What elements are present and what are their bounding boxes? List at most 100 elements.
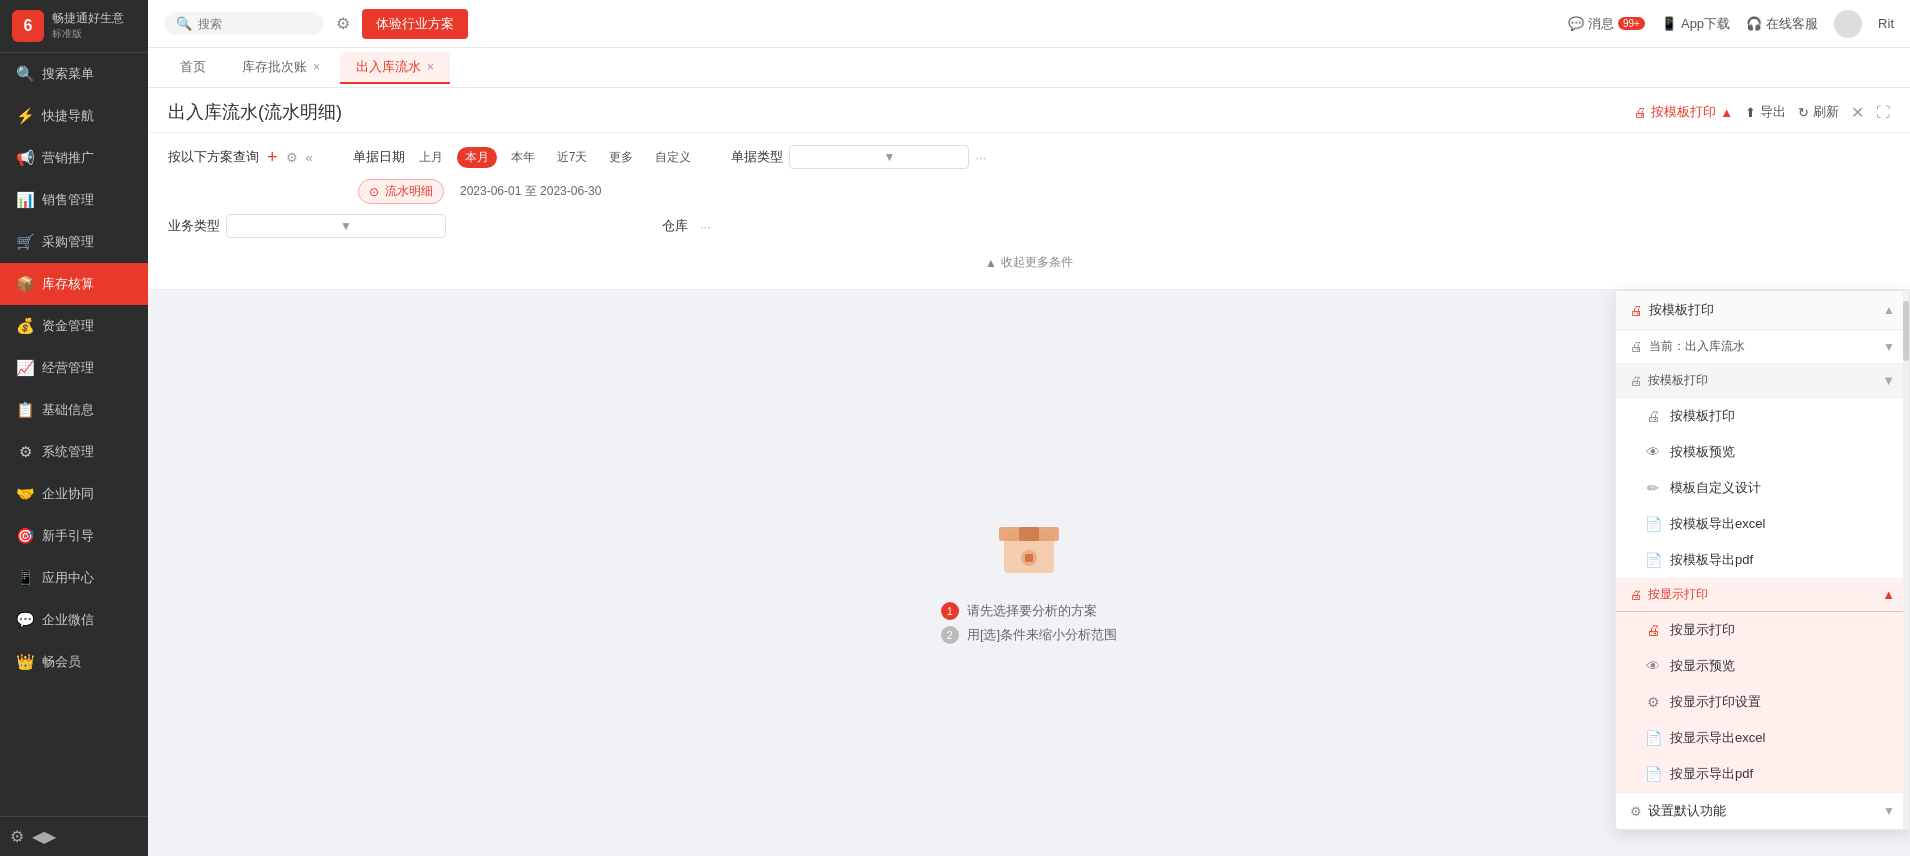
page-close-button[interactable]: ✕: [1851, 103, 1864, 122]
svg-rect-2: [1019, 527, 1039, 541]
toggle-sidebar-icon[interactable]: ◀▶: [32, 827, 56, 846]
dropdown-footer[interactable]: ⚙ 设置默认功能 ▼: [1616, 792, 1909, 829]
refresh-button[interactable]: ↻ 刷新: [1798, 103, 1839, 121]
industry-solution-button[interactable]: 体验行业方案: [362, 9, 468, 39]
sidebar-item-basics[interactable]: 📋 基础信息: [0, 389, 148, 431]
filter-tag-liushuimingxi[interactable]: ⊙ 流水明细: [358, 179, 444, 204]
filter-settings-icon[interactable]: ⚙: [286, 150, 298, 165]
dropdown-item-display-print[interactable]: 🖨 按显示打印: [1616, 612, 1909, 648]
filter-add-button[interactable]: +: [267, 147, 278, 168]
current-item-arrow: ▼: [1883, 340, 1895, 354]
dropdown-item-template-preview[interactable]: 👁 按模板预览: [1616, 434, 1909, 470]
tab-flow[interactable]: 出入库流水 ×: [340, 52, 450, 84]
topbar-search-box[interactable]: 🔍: [164, 12, 324, 35]
sidebar-icon-sales: 📊: [16, 191, 34, 209]
export-button[interactable]: ⬆ 导出: [1745, 103, 1786, 121]
dropdown-collapse-icon[interactable]: ▲: [1883, 303, 1895, 317]
date-shortcut-more[interactable]: 更多: [601, 147, 641, 168]
display-section-header[interactable]: 🖨 按显示打印 ▲: [1616, 578, 1909, 612]
chevron-up-icon: ▲: [1720, 105, 1733, 120]
search-input[interactable]: [198, 17, 298, 31]
sidebar-label-inventory: 库存核算: [42, 275, 94, 293]
dropdown-item-template-export-excel[interactable]: 📄 按模板导出excel: [1616, 506, 1909, 542]
footer-settings-icon: ⚙: [1630, 804, 1642, 819]
template-section-chevron: ▼: [1882, 373, 1895, 388]
sidebar-nav: 🔍 搜索菜单 ⚡ 快捷导航 📢 营销推广 📊 销售管理 🛒 采购管理 📦 库存核…: [0, 53, 148, 816]
sidebar-item-inventory[interactable]: 📦 库存核算: [0, 263, 148, 305]
sidebar-item-search[interactable]: 🔍 搜索菜单: [0, 53, 148, 95]
page-expand-button[interactable]: ⛶: [1876, 104, 1890, 120]
warehouse-more-icon[interactable]: ···: [700, 219, 711, 234]
sidebar-item-wechat[interactable]: 💬 企业微信: [0, 599, 148, 641]
dropdown-item-display-preview[interactable]: 👁 按显示预览: [1616, 648, 1909, 684]
app-download-button[interactable]: 📱 App下载: [1661, 15, 1730, 33]
business-type-chevron-icon: ▼: [340, 219, 435, 233]
sidebar-item-cooperation[interactable]: 🤝 企业协同: [0, 473, 148, 515]
settings-gear-icon[interactable]: ⚙: [336, 14, 350, 33]
collapse-up-icon: ▲: [985, 256, 997, 270]
sidebar-item-finance[interactable]: 💰 资金管理: [0, 305, 148, 347]
dropdown-header: 🖨 按模板打印 ▲: [1616, 291, 1909, 330]
dropdown-item-display-export-excel[interactable]: 📄 按显示导出excel: [1616, 720, 1909, 756]
current-item-icon: 🖨: [1630, 339, 1643, 354]
empty-state: 1 请先选择要分析的方案 2 用[选]条件来缩小分析范围: [941, 503, 1117, 644]
sidebar-item-apps[interactable]: 📱 应用中心: [0, 557, 148, 599]
sidebar-icon-basics: 📋: [16, 401, 34, 419]
template-print-button[interactable]: 🖨 按模板打印 ▲: [1634, 103, 1733, 121]
sidebar-item-guide[interactable]: 🎯 新手引导: [0, 515, 148, 557]
display-pdf-icon: 📄: [1644, 766, 1662, 782]
brand-badge: 标准版: [52, 27, 124, 41]
date-shortcut-custom[interactable]: 自定义: [647, 147, 699, 168]
page-header-actions: 🖨 按模板打印 ▲ ⬆ 导出 ↻ 刷新 ✕ ⛶: [1634, 103, 1890, 122]
template-section-header[interactable]: 🖨 按模板打印 ▼: [1616, 364, 1909, 398]
display-excel-icon: 📄: [1644, 730, 1662, 746]
sidebar-item-sales[interactable]: 📊 销售管理: [0, 179, 148, 221]
collapse-button[interactable]: ▲ 收起更多条件: [985, 254, 1073, 271]
sidebar-item-marketing[interactable]: 📢 营销推广: [0, 137, 148, 179]
dropdown-item-display-export-pdf[interactable]: 📄 按显示导出pdf: [1616, 756, 1909, 792]
customer-service-button[interactable]: 🎧 在线客服: [1746, 15, 1818, 33]
filter-collapse-icon[interactable]: «: [306, 150, 313, 165]
dropdown-scrollbar[interactable]: [1903, 291, 1909, 829]
date-shortcut-lastmonth[interactable]: 上月: [411, 147, 451, 168]
date-filter-section: 单据日期 上月 本月 本年 近7天 更多 自定义: [353, 147, 700, 168]
topbar: 🔍 ⚙ 体验行业方案 💬 消息 99+ 📱 App下载 🎧 在线客服: [148, 0, 1910, 48]
sidebar-icon-system: ⚙: [16, 443, 34, 461]
date-shortcut-thismonth[interactable]: 本月: [457, 147, 497, 168]
dropdown-item-template-custom[interactable]: ✏ 模板自定义设计: [1616, 470, 1909, 506]
sidebar-item-operations[interactable]: 📈 经营管理: [0, 347, 148, 389]
message-button[interactable]: 💬 消息 99+: [1568, 15, 1645, 33]
filter-section-label: 按以下方案查询: [168, 148, 259, 166]
tab-home[interactable]: 首页: [164, 52, 222, 84]
doc-type-more-icon[interactable]: ···: [975, 150, 986, 165]
username: Rit: [1878, 16, 1894, 31]
date-shortcut-thisyear[interactable]: 本年: [503, 147, 543, 168]
tab-batch-close[interactable]: ×: [313, 60, 320, 74]
avatar[interactable]: [1834, 10, 1862, 38]
dropdown-item-template-export-pdf[interactable]: 📄 按模板导出pdf: [1616, 542, 1909, 578]
refresh-icon: ↻: [1798, 105, 1809, 120]
warehouse-section: 仓库 ···: [662, 217, 711, 235]
sidebar-item-system[interactable]: ⚙ 系统管理: [0, 431, 148, 473]
business-type-select[interactable]: ▼: [226, 214, 446, 238]
settings-icon[interactable]: ⚙: [10, 827, 24, 846]
tab-flow-close[interactable]: ×: [427, 60, 434, 74]
dropdown-item-template-print[interactable]: 🖨 按模板打印: [1616, 398, 1909, 434]
tab-batch[interactable]: 库存批次账 ×: [226, 52, 336, 84]
sidebar-item-purchase[interactable]: 🛒 采购管理: [0, 221, 148, 263]
dropdown-panel: 🖨 按模板打印 ▲ 🖨 当前：出入库流水 ▼: [1615, 290, 1910, 830]
page-header: 出入库流水(流水明细) 🖨 按模板打印 ▲ ⬆ 导出 ↻ 刷新 ✕ ⛶: [148, 88, 1910, 133]
dropdown-scrollbar-thumb[interactable]: [1903, 301, 1909, 361]
main-content: 🔍 ⚙ 体验行业方案 💬 消息 99+ 📱 App下载 🎧 在线客服: [148, 0, 1910, 856]
sidebar-label-operations: 经营管理: [42, 359, 94, 377]
sidebar-item-quick-nav[interactable]: ⚡ 快捷导航: [0, 95, 148, 137]
template-custom-icon: ✏: [1644, 480, 1662, 496]
app-icon: 📱: [1661, 16, 1677, 31]
date-shortcut-7days[interactable]: 近7天: [549, 147, 596, 168]
doc-type-select[interactable]: ▼: [789, 145, 969, 169]
message-icon: 💬: [1568, 16, 1584, 31]
template-pdf-icon: 📄: [1644, 552, 1662, 568]
step-1-number: 1: [941, 602, 959, 620]
dropdown-item-display-settings[interactable]: ⚙ 按显示打印设置: [1616, 684, 1909, 720]
sidebar-item-member[interactable]: 👑 畅会员: [0, 641, 148, 683]
